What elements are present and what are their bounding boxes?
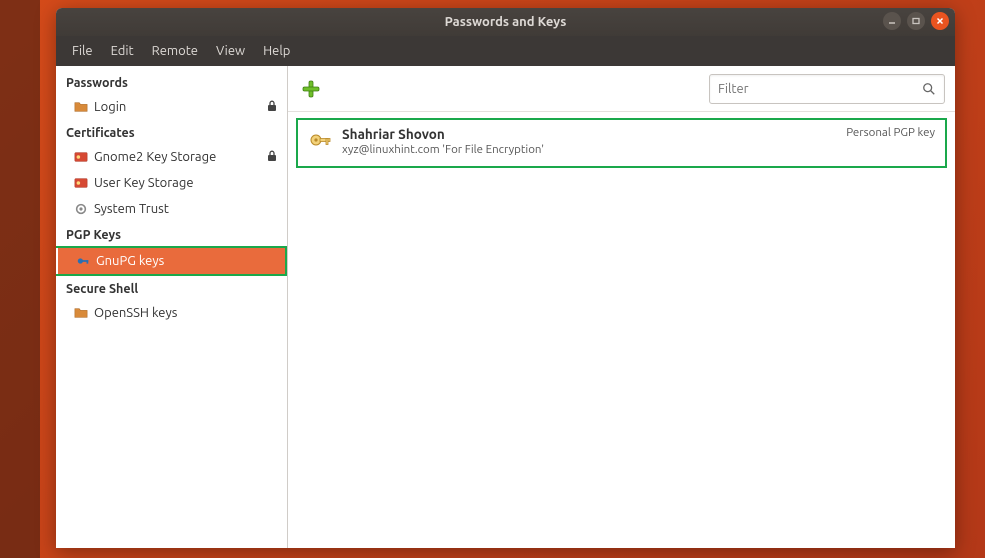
search-icon bbox=[922, 82, 936, 96]
key-text: Shahriar Shovon xyz@linuxhint.com 'For F… bbox=[342, 126, 836, 158]
key-subtitle: xyz@linuxhint.com 'For File Encryption' bbox=[342, 143, 836, 158]
titlebar[interactable]: Passwords and Keys bbox=[56, 8, 955, 36]
sidebar-item-gnome2[interactable]: Gnome2 Key Storage bbox=[56, 144, 287, 170]
sidebar-item-user-key-storage[interactable]: User Key Storage bbox=[56, 170, 287, 196]
lock-icon bbox=[267, 100, 277, 115]
plus-icon bbox=[301, 79, 321, 99]
key-row[interactable]: Shahriar Shovon xyz@linuxhint.com 'For F… bbox=[296, 118, 947, 168]
add-button[interactable] bbox=[298, 76, 324, 102]
menu-view[interactable]: View bbox=[208, 40, 253, 62]
sidebar-item-label: OpenSSH keys bbox=[94, 306, 177, 320]
app-window: Passwords and Keys File Edit Remote View… bbox=[56, 8, 955, 548]
gear-icon bbox=[74, 202, 88, 216]
menu-file[interactable]: File bbox=[64, 40, 101, 62]
sidebar-highlight-box: GnuPG keys bbox=[56, 246, 287, 276]
pgp-key-icon bbox=[308, 129, 332, 151]
sidebar-item-gnupg[interactable]: GnuPG keys bbox=[58, 248, 285, 274]
sidebar-header-passwords: Passwords bbox=[56, 70, 287, 94]
menu-edit[interactable]: Edit bbox=[103, 40, 142, 62]
sidebar-header-pgp: PGP Keys bbox=[56, 222, 287, 246]
filter-input[interactable] bbox=[718, 82, 922, 96]
sidebar-item-label: GnuPG keys bbox=[96, 254, 164, 268]
window-title: Passwords and Keys bbox=[445, 15, 567, 29]
key-tag: Personal PGP key bbox=[846, 126, 935, 139]
key-list: Shahriar Shovon xyz@linuxhint.com 'For F… bbox=[288, 112, 955, 174]
close-button[interactable] bbox=[931, 12, 949, 30]
cert-icon bbox=[74, 150, 88, 164]
filter-box[interactable] bbox=[709, 74, 945, 104]
menubar: File Edit Remote View Help bbox=[56, 36, 955, 66]
sidebar: Passwords Login Certificates Gnome2 Key … bbox=[56, 66, 288, 548]
cert-icon bbox=[74, 176, 88, 190]
menu-help[interactable]: Help bbox=[255, 40, 298, 62]
main-pane: Shahriar Shovon xyz@linuxhint.com 'For F… bbox=[288, 66, 955, 548]
toolbar bbox=[288, 66, 955, 112]
key-icon bbox=[76, 254, 90, 268]
sidebar-header-certificates: Certificates bbox=[56, 120, 287, 144]
sidebar-item-label: System Trust bbox=[94, 202, 169, 216]
sidebar-item-login[interactable]: Login bbox=[56, 94, 287, 120]
sidebar-item-label: Login bbox=[94, 100, 126, 114]
folder-icon bbox=[74, 306, 88, 320]
window-controls bbox=[883, 12, 949, 30]
menu-remote[interactable]: Remote bbox=[144, 40, 206, 62]
sidebar-item-label: User Key Storage bbox=[94, 176, 194, 190]
folder-icon bbox=[74, 100, 88, 114]
app-body: Passwords Login Certificates Gnome2 Key … bbox=[56, 66, 955, 548]
sidebar-item-label: Gnome2 Key Storage bbox=[94, 150, 216, 164]
sidebar-item-system-trust[interactable]: System Trust bbox=[56, 196, 287, 222]
sidebar-item-openssh[interactable]: OpenSSH keys bbox=[56, 300, 287, 326]
sidebar-header-ssh: Secure Shell bbox=[56, 276, 287, 300]
minimize-button[interactable] bbox=[883, 12, 901, 30]
launcher-dock bbox=[0, 0, 40, 558]
lock-icon bbox=[267, 150, 277, 165]
maximize-button[interactable] bbox=[907, 12, 925, 30]
key-title: Shahriar Shovon bbox=[342, 126, 836, 143]
